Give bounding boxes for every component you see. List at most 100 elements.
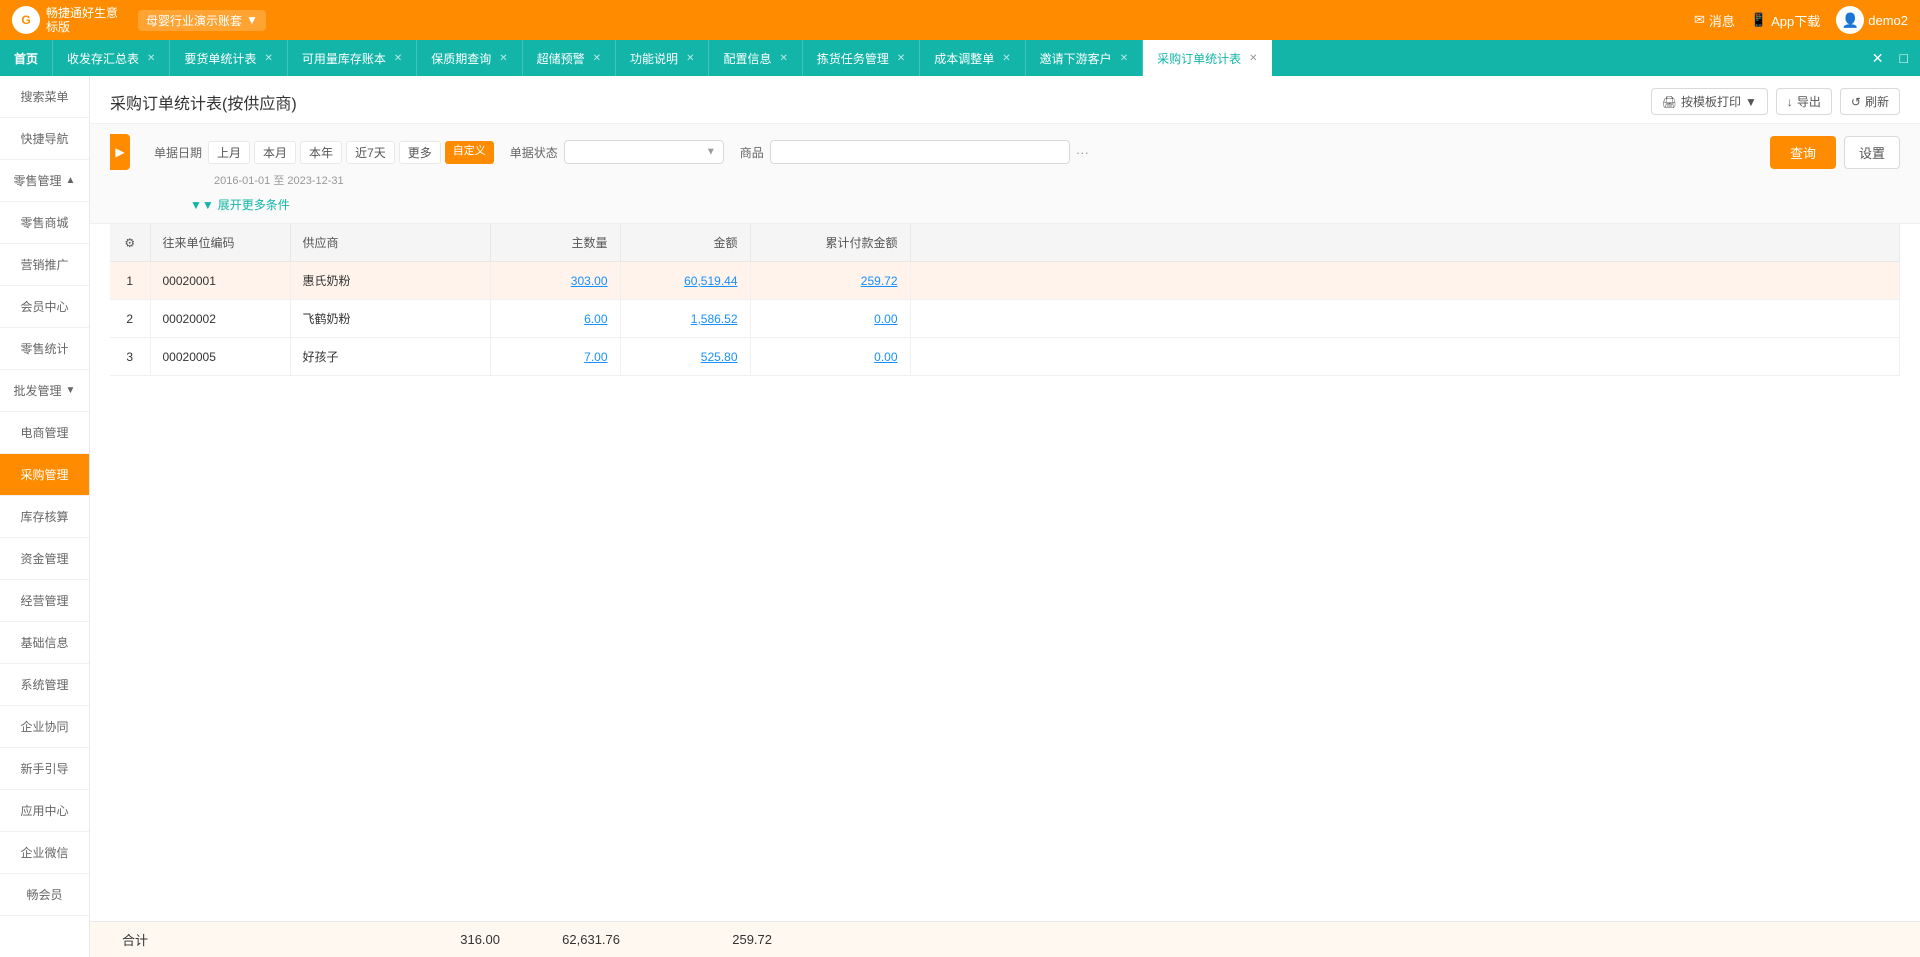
sidebar-item-sys[interactable]: 系统管理	[0, 664, 89, 706]
close-icon[interactable]: ✕	[1120, 53, 1128, 64]
query-button[interactable]: 查询	[1770, 136, 1836, 169]
tab-shelf-life[interactable]: 保质期查询 ✕	[417, 40, 522, 76]
amount-link-2[interactable]: 1,586.52	[691, 312, 738, 326]
date-btn-this-year[interactable]: 本年	[300, 141, 342, 164]
date-btn-last-month[interactable]: 上月	[208, 141, 250, 164]
tab-purchase-order-summary[interactable]: 采购订单统计表 ✕	[1143, 40, 1272, 76]
tab-function-desc[interactable]: 功能说明 ✕	[616, 40, 709, 76]
sidebar-item-inventory[interactable]: 库存核算	[0, 496, 89, 538]
cell-amount-2: 1,586.52	[620, 300, 750, 338]
close-icon[interactable]: ✕	[394, 53, 402, 64]
expand-more-button[interactable]: ▼▼ 展开更多条件	[110, 196, 1900, 213]
date-btn-more[interactable]: 更多	[399, 141, 441, 164]
sidebar-item-retail-stat[interactable]: 零售统计	[0, 328, 89, 370]
sidebar-item-basic-info[interactable]: 基础信息	[0, 622, 89, 664]
close-icon[interactable]: ✕	[593, 53, 601, 64]
goods-label: 商品	[740, 144, 764, 161]
date-btn-this-month[interactable]: 本月	[254, 141, 296, 164]
tab-cost-adjust[interactable]: 成本调整单 ✕	[920, 40, 1025, 76]
sidebar-item-new-guide[interactable]: 新手引导	[0, 748, 89, 790]
date-buttons: 上月 本月 本年 近7天 更多 自定义	[208, 141, 494, 164]
paid-link-2[interactable]: 0.00	[874, 312, 897, 326]
cell-supplier-1: 惠氏奶粉	[290, 262, 490, 300]
workspace-selector[interactable]: 母婴行业演示账套 ▼	[138, 10, 266, 31]
paid-link-1[interactable]: 259.72	[861, 274, 898, 288]
close-window-button[interactable]: ✕	[1868, 48, 1888, 69]
close-icon[interactable]: ✕	[264, 53, 272, 64]
cell-supplier-3: 好孩子	[290, 338, 490, 376]
template-print-button[interactable]: 🖨 按模板打印 ▼	[1651, 88, 1768, 115]
sidebar-item-retail-mgmt[interactable]: 零售管理 ▲	[0, 160, 89, 202]
amount-link-3[interactable]: 525.80	[701, 350, 738, 364]
tab-receive-summary[interactable]: 收发存汇总表 ✕	[53, 40, 170, 76]
nav-tabs-end: ✕ □	[1860, 48, 1920, 69]
table-header-row: ⚙ 往来单位编码 供应商 主数量 金额	[110, 224, 1900, 262]
footer-qty: 316.00	[392, 932, 512, 947]
goods-input[interactable]	[770, 140, 1070, 164]
close-icon[interactable]: ✕	[686, 53, 694, 64]
sidebar-item-ops[interactable]: 经营管理	[0, 580, 89, 622]
cell-paid-3: 0.00	[750, 338, 910, 376]
tab-config-info[interactable]: 配置信息 ✕	[709, 40, 802, 76]
sidebar-item-finance[interactable]: 资金管理	[0, 538, 89, 580]
th-settings[interactable]: ⚙	[110, 224, 150, 262]
close-icon[interactable]: ✕	[897, 53, 905, 64]
close-icon[interactable]: ✕	[779, 53, 787, 64]
amount-link-1[interactable]: 60,519.44	[684, 274, 737, 288]
qty-link-3[interactable]: 7.00	[584, 350, 607, 364]
qty-link-2[interactable]: 6.00	[584, 312, 607, 326]
sidebar-item-app-center[interactable]: 应用中心	[0, 790, 89, 832]
user-menu[interactable]: 👤 demo2	[1836, 6, 1908, 34]
tab-overstock[interactable]: 超储预警 ✕	[523, 40, 616, 76]
export-button[interactable]: ↓ 导出	[1776, 88, 1832, 115]
sidebar-item-enterprise[interactable]: 企业协同	[0, 706, 89, 748]
cell-qty-1: 303.00	[490, 262, 620, 300]
goods-more-icon[interactable]: ···	[1076, 145, 1089, 160]
close-icon[interactable]: ✕	[499, 53, 507, 64]
filter-toggle-arrow[interactable]: ▶	[110, 134, 130, 170]
sidebar-item-ecom[interactable]: 电商管理	[0, 412, 89, 454]
status-select[interactable]	[564, 140, 724, 164]
close-icon[interactable]: ✕	[147, 53, 155, 64]
top-bar-actions: ✉ 消息 📱 App下载 👤 demo2	[1694, 6, 1908, 34]
arrow-icon: ▼	[66, 385, 76, 396]
table-row: 2 00020002 飞鹤奶粉 6.00 1,586.52	[110, 300, 1900, 338]
cell-amount-3: 525.80	[620, 338, 750, 376]
maximize-button[interactable]: □	[1896, 48, 1912, 68]
chevron-down-icon: ▼	[246, 13, 258, 27]
tab-inventory-account[interactable]: 可用量库存账本 ✕	[288, 40, 417, 76]
sidebar-item-wholesale[interactable]: 批发管理 ▼	[0, 370, 89, 412]
sidebar-item-member[interactable]: 会员中心	[0, 286, 89, 328]
settings-icon[interactable]: ⚙	[124, 236, 135, 250]
close-icon[interactable]: ✕	[1002, 53, 1010, 64]
footer-paid: 259.72	[632, 932, 772, 947]
expand-more-icon: ▼▼	[190, 198, 214, 212]
sidebar-item-quick-nav[interactable]: 快捷导航	[0, 118, 89, 160]
sidebar-item-search[interactable]: 搜索菜单	[0, 76, 89, 118]
cell-seq-2: 2	[110, 300, 150, 338]
sidebar-item-purchase[interactable]: 采购管理	[0, 454, 89, 496]
sidebar-item-retail-shop[interactable]: 零售商城	[0, 202, 89, 244]
refresh-button[interactable]: ↺ 刷新	[1840, 88, 1900, 115]
print-icon: 🖨	[1662, 95, 1677, 109]
sidebar-item-enterprise-wechat[interactable]: 企业微信	[0, 832, 89, 874]
paid-link-3[interactable]: 0.00	[874, 350, 897, 364]
sidebar-item-member2[interactable]: 畅会员	[0, 874, 89, 916]
footer-label: 合计	[122, 930, 392, 949]
logo-text: 畅捷通好生意 标版	[46, 6, 118, 35]
tab-home[interactable]: 首页	[0, 40, 53, 76]
cell-paid-1: 259.72	[750, 262, 910, 300]
page-header-actions: 🖨 按模板打印 ▼ ↓ 导出 ↺ 刷新	[1651, 88, 1900, 115]
qty-link-1[interactable]: 303.00	[571, 274, 608, 288]
close-icon[interactable]: ✕	[1249, 53, 1257, 64]
footer-amount: 62,631.76	[512, 932, 632, 947]
message-button[interactable]: ✉ 消息	[1694, 11, 1735, 30]
tab-pick-task[interactable]: 拣货任务管理 ✕	[803, 40, 920, 76]
app-download-button[interactable]: 📱 App下载	[1751, 11, 1820, 30]
tab-goods-summary[interactable]: 要货单统计表 ✕	[170, 40, 287, 76]
tab-invite-downstream[interactable]: 邀请下游客户 ✕	[1026, 40, 1143, 76]
custom-date-tag[interactable]: 自定义	[445, 141, 494, 164]
filter-settings-button[interactable]: 设置	[1844, 136, 1900, 169]
date-btn-7days[interactable]: 近7天	[346, 141, 395, 164]
sidebar-item-marketing[interactable]: 营销推广	[0, 244, 89, 286]
